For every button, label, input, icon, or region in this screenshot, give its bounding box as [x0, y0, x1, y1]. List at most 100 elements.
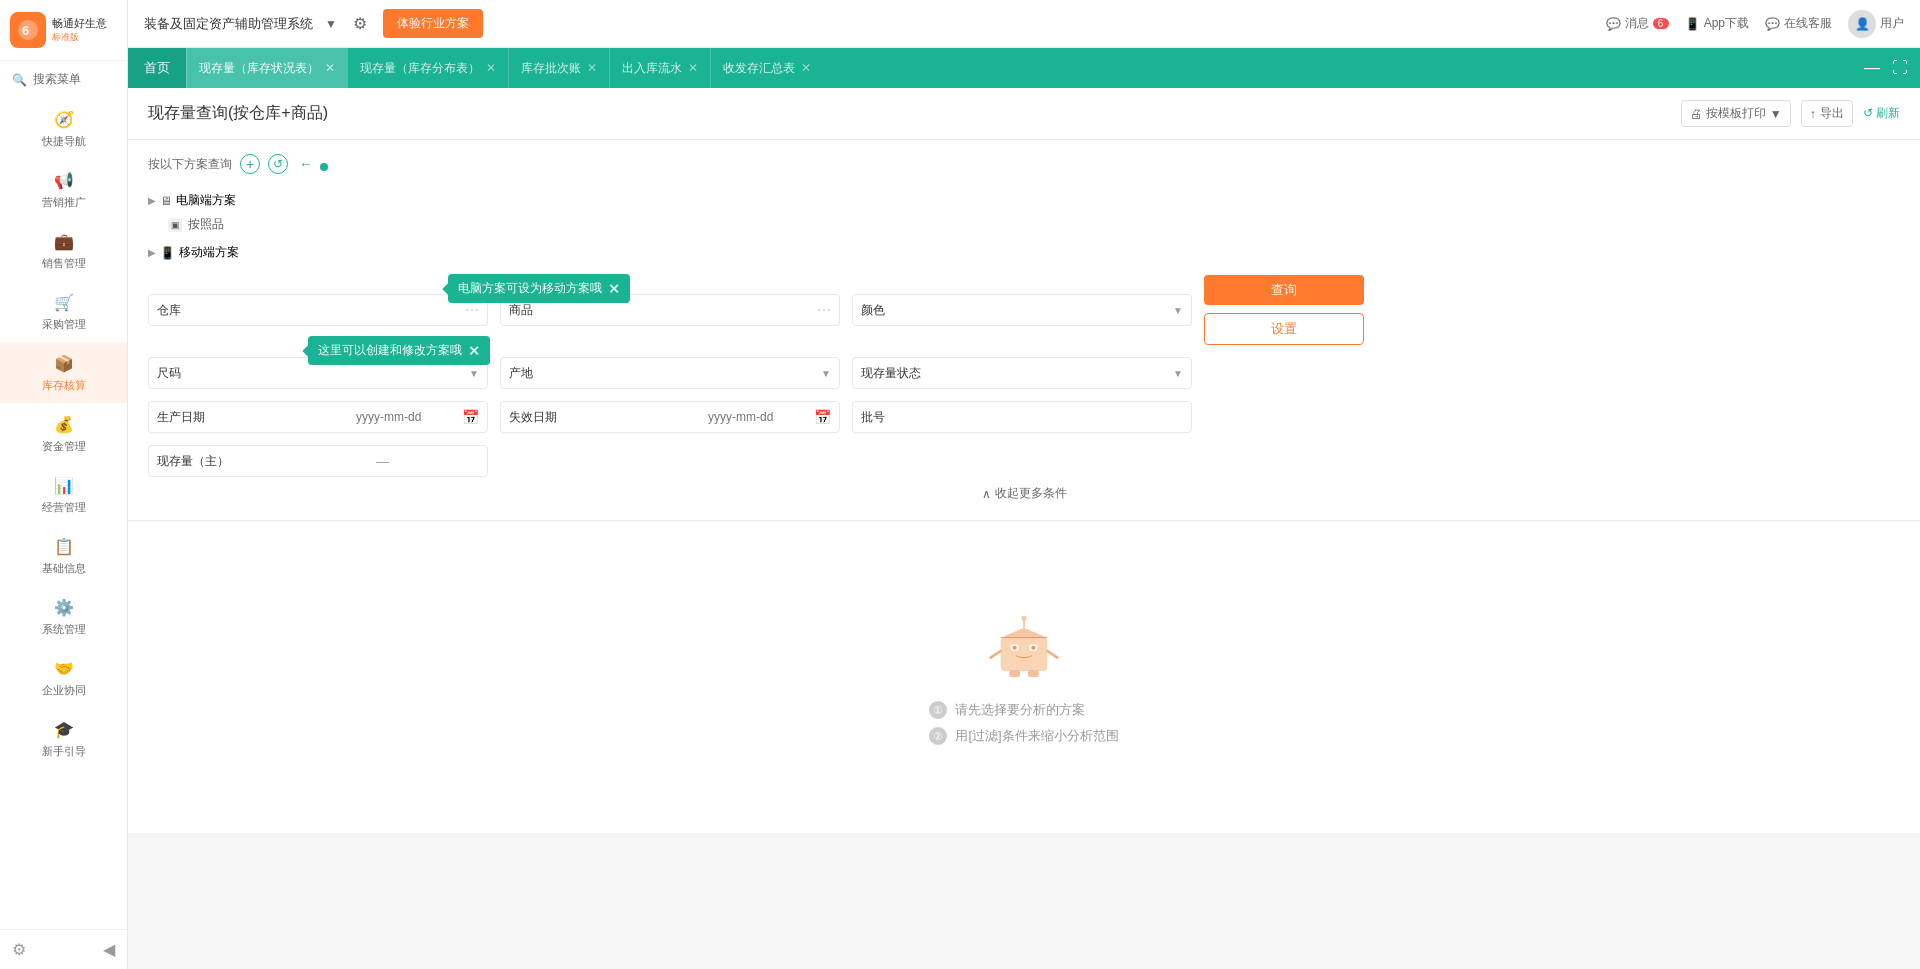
- expiry-date-input[interactable]: [708, 410, 808, 424]
- refresh-button[interactable]: ↺ 刷新: [1863, 105, 1900, 122]
- top-header: 装备及固定资产辅助管理系统 ▼ ⚙ 体验行业方案 💬 消息 6 📱 App下载 …: [128, 0, 1920, 48]
- sidebar-item-purchase[interactable]: 🛒 采购管理: [0, 281, 127, 342]
- settings-icon[interactable]: ⚙: [12, 940, 26, 959]
- sidebar-item-system[interactable]: ⚙️ 系统管理: [0, 586, 127, 647]
- print-button[interactable]: 🖨 按模板打印 ▼: [1681, 100, 1791, 127]
- stock-status-field[interactable]: 现存量状态 ▼: [852, 357, 1192, 389]
- filter-row-4: 现存量（主） —: [148, 445, 1900, 477]
- message-button[interactable]: 💬 消息 6: [1606, 15, 1669, 32]
- app-download-button[interactable]: 📱 App下载: [1685, 15, 1749, 32]
- avatar-icon: 👤: [1855, 17, 1870, 31]
- tab-inventory-status[interactable]: 现存量（库存状况表） ✕: [186, 48, 347, 88]
- online-service-label: 在线客服: [1784, 15, 1832, 32]
- service-icon: 💬: [1765, 17, 1780, 31]
- header-left: 装备及固定资产辅助管理系统 ▼ ⚙ 体验行业方案: [144, 9, 483, 38]
- scheme-item-mobile[interactable]: ▶ 📱 移动端方案: [148, 240, 1900, 265]
- app-download-label: App下载: [1704, 15, 1749, 32]
- collapse-button[interactable]: ∧ 收起更多条件: [148, 477, 1900, 506]
- sidebar-search[interactable]: 🔍 搜索菜单: [0, 61, 127, 98]
- sidebar-nav: 🧭 快捷导航 📢 营销推广 💼 销售管理 🛒 采购管理 📦 库存核算 💰 资金管…: [0, 98, 127, 929]
- sidebar-item-marketing[interactable]: 📢 营销推广: [0, 159, 127, 220]
- sidebar-item-management[interactable]: 📊 经营管理: [0, 464, 127, 525]
- warehouse-field[interactable]: 仓库 ⋯: [148, 294, 488, 326]
- nav-icon-system: ⚙️: [53, 596, 75, 618]
- stock-qty-input[interactable]: [399, 454, 479, 468]
- tooltip1-close-button[interactable]: ✕: [608, 281, 620, 297]
- header-right: 💬 消息 6 📱 App下载 💬 在线客服 👤 用户: [1606, 10, 1904, 38]
- collapse-sidebar-icon[interactable]: ◀: [103, 940, 115, 959]
- tooltip2-close-button[interactable]: ✕: [468, 343, 480, 359]
- tab-maximize-icon[interactable]: ⛶: [1888, 59, 1912, 77]
- tab-close-icon[interactable]: ✕: [688, 61, 698, 75]
- filter-back-button[interactable]: ←: [296, 154, 316, 174]
- user-avatar: 👤: [1848, 10, 1876, 38]
- search-icon: 🔍: [12, 73, 27, 87]
- nav-icon-purchase: 🛒: [53, 291, 75, 313]
- collapse-label: 收起更多条件: [995, 485, 1067, 502]
- stock-qty-field[interactable]: 现存量（主） —: [148, 445, 488, 477]
- sidebar-item-finance[interactable]: 💰 资金管理: [0, 403, 127, 464]
- scheme-item-pc[interactable]: ▶ 🖥 电脑端方案: [148, 188, 1900, 213]
- batch-field[interactable]: 批号: [852, 401, 1192, 433]
- pc-scheme-label: 电脑端方案: [176, 192, 236, 209]
- sub-scheme-item[interactable]: ▣ 按照品: [148, 213, 1900, 236]
- tab-home[interactable]: 首页: [128, 48, 186, 88]
- export-button[interactable]: ↑ 导出: [1801, 100, 1853, 127]
- sidebar-item-label: 系统管理: [42, 622, 86, 637]
- sidebar-item-navigation[interactable]: 🧭 快捷导航: [0, 98, 127, 159]
- header-settings-button[interactable]: ⚙: [349, 10, 371, 37]
- tab-close-icon[interactable]: ✕: [801, 61, 811, 75]
- sidebar-item-basic-info[interactable]: 📋 基础信息: [0, 525, 127, 586]
- print-label: 按模板打印: [1706, 105, 1766, 122]
- filter-section: 按以下方案查询 + ↺ ← ▶ 🖥 电脑端方案 ▣: [128, 140, 1920, 521]
- tab-home-label: 首页: [144, 59, 170, 77]
- filter-reset-button[interactable]: ↺: [268, 154, 288, 174]
- nav-icon-finance: 💰: [53, 413, 75, 435]
- user-button[interactable]: 👤 用户: [1848, 10, 1904, 38]
- stock-qty-label: 现存量（主）: [157, 453, 366, 470]
- tab-close-icon[interactable]: ✕: [486, 61, 496, 75]
- tab-receive-dispatch[interactable]: 收发存汇总表 ✕: [710, 48, 823, 88]
- online-service-button[interactable]: 💬 在线客服: [1765, 15, 1832, 32]
- svg-rect-2: [1001, 638, 1048, 671]
- filter-rows: 仓库 ⋯ 商品 ⋯ 颜色 ▼: [148, 275, 1900, 477]
- batch-label: 批号: [861, 409, 1183, 426]
- tab-close-icon[interactable]: ✕: [325, 61, 335, 75]
- expiry-date-calendar-icon[interactable]: 📅: [814, 409, 831, 425]
- tab-in-out-flow[interactable]: 出入库流水 ✕: [609, 48, 710, 88]
- tab-batch-account[interactable]: 库存批次账 ✕: [508, 48, 609, 88]
- origin-field[interactable]: 产地 ▼: [500, 357, 840, 389]
- step-num-2: ②: [929, 727, 947, 745]
- tab-close-icon[interactable]: ✕: [587, 61, 597, 75]
- tab-minimize-icon[interactable]: —: [1860, 59, 1884, 77]
- mobile-icon: 📱: [1685, 17, 1700, 31]
- nav-icon-management: 📊: [53, 474, 75, 496]
- production-date-calendar-icon[interactable]: 📅: [462, 409, 479, 425]
- color-field[interactable]: 颜色 ▼: [852, 294, 1192, 326]
- production-date-field[interactable]: 生产日期 📅: [148, 401, 488, 433]
- logo-text: 畅通好生意: [52, 16, 107, 30]
- expiry-date-field[interactable]: 失效日期 📅: [500, 401, 840, 433]
- tab-label: 收发存汇总表: [723, 60, 795, 77]
- sidebar-item-sales[interactable]: 💼 销售管理: [0, 220, 127, 281]
- production-date-input[interactable]: [356, 410, 456, 424]
- sub-scheme-label: 按照品: [188, 216, 224, 233]
- tab-controls: — ⛶: [1852, 48, 1920, 88]
- nav-icon-basic-info: 📋: [53, 535, 75, 557]
- step-num-1: ①: [929, 701, 947, 719]
- message-label: 消息: [1625, 15, 1649, 32]
- sidebar-item-label: 基础信息: [42, 561, 86, 576]
- main-area: 装备及固定资产辅助管理系统 ▼ ⚙ 体验行业方案 💬 消息 6 📱 App下载 …: [128, 0, 1920, 969]
- sidebar-item-inventory[interactable]: 📦 库存核算: [0, 342, 127, 403]
- setting-button[interactable]: 设置: [1204, 313, 1364, 345]
- tab-inventory-distribution[interactable]: 现存量（库存分布表） ✕: [347, 48, 508, 88]
- industry-button[interactable]: 体验行业方案: [383, 9, 483, 38]
- system-dropdown[interactable]: ▼: [325, 17, 337, 31]
- search-button[interactable]: 查询: [1204, 275, 1364, 305]
- scheme-arrow-icon: ▶: [148, 195, 156, 206]
- filter-add-button[interactable]: +: [240, 154, 260, 174]
- sidebar-item-guide[interactable]: 🎓 新手引导: [0, 708, 127, 769]
- empty-state: ① 请先选择要分析的方案 ② 用[过滤]条件来缩小分析范围: [128, 521, 1920, 833]
- sidebar-item-enterprise[interactable]: 🤝 企业协同: [0, 647, 127, 708]
- sidebar-item-label: 采购管理: [42, 317, 86, 332]
